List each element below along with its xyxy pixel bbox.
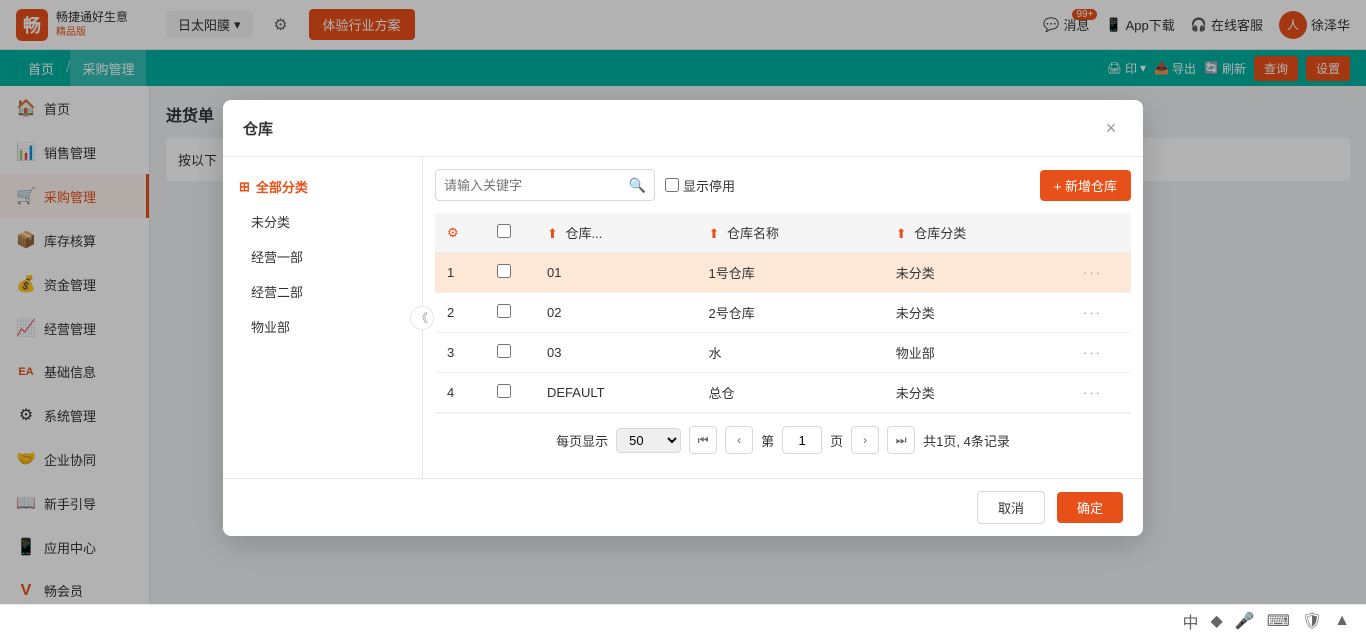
row-category: 未分类 bbox=[884, 253, 1071, 293]
page-size-select[interactable]: 50 bbox=[616, 428, 681, 453]
warehouse-dialog: 仓库 × ⊞ 全部分类 未分类 经营一部 经营二部 物业部 《 bbox=[223, 100, 1143, 536]
bottom-bar: 中 ◆ 🎤 ⌨ 🛡 ▲ bbox=[0, 604, 1366, 636]
right-panel: 🔍 显示停用 + 新增仓库 ⚙ bbox=[423, 157, 1143, 478]
last-page-button[interactable]: ⏭ bbox=[887, 426, 915, 454]
th-name: ⬆ 仓库名称 bbox=[697, 213, 884, 253]
row-checkbox[interactable] bbox=[485, 293, 535, 333]
left-panel: ⊞ 全部分类 未分类 经营一部 经营二部 物业部 《 bbox=[223, 157, 423, 478]
left-panel-unclassified[interactable]: 未分类 bbox=[223, 204, 422, 239]
row-code: 02 bbox=[535, 293, 697, 333]
row-category: 物业部 bbox=[884, 333, 1071, 373]
sort-icon: ⬆ bbox=[547, 226, 558, 241]
table-row[interactable]: 2 02 2号仓库 未分类 ··· bbox=[435, 293, 1131, 333]
grid-icon: ⊞ bbox=[239, 179, 250, 195]
row-code: DEFAULT bbox=[535, 373, 697, 413]
show-disabled-label[interactable]: 显示停用 bbox=[665, 176, 735, 195]
cancel-button[interactable]: 取消 bbox=[977, 491, 1045, 524]
dialog-footer: 取消 确定 bbox=[223, 478, 1143, 536]
sort-icon-3: ⬆ bbox=[896, 226, 907, 241]
next-page-button[interactable]: › bbox=[851, 426, 879, 454]
th-category: ⬆ 仓库分类 bbox=[884, 213, 1071, 253]
row-category: 未分类 bbox=[884, 293, 1071, 333]
confirm-button[interactable]: 确定 bbox=[1057, 492, 1123, 523]
row-actions[interactable]: ··· bbox=[1071, 253, 1131, 293]
table-row[interactable]: 1 01 1号仓库 未分类 ··· bbox=[435, 253, 1131, 293]
show-disabled-checkbox[interactable] bbox=[665, 178, 679, 192]
dialog-title: 仓库 bbox=[243, 118, 273, 139]
search-wrap: 🔍 bbox=[435, 169, 655, 201]
search-icon[interactable]: 🔍 bbox=[629, 177, 646, 194]
toolbar: 🔍 显示停用 + 新增仓库 bbox=[435, 169, 1131, 201]
left-panel-all[interactable]: ⊞ 全部分类 bbox=[223, 169, 422, 204]
search-input[interactable] bbox=[444, 178, 629, 193]
diamond-icon[interactable]: ◆ bbox=[1211, 611, 1223, 631]
row-code: 03 bbox=[535, 333, 697, 373]
prev-page-button[interactable]: ‹ bbox=[725, 426, 753, 454]
dialog-body: ⊞ 全部分类 未分类 经营一部 经营二部 物业部 《 🔍 bbox=[223, 157, 1143, 478]
select-all-checkbox[interactable] bbox=[497, 224, 511, 238]
th-checkbox bbox=[485, 213, 535, 253]
dialog-header: 仓库 × bbox=[223, 100, 1143, 157]
taskbar-icon[interactable]: ▲ bbox=[1334, 612, 1350, 630]
row-name: 1号仓库 bbox=[697, 253, 884, 293]
row-index: 3 bbox=[435, 333, 485, 373]
row-checkbox[interactable] bbox=[485, 253, 535, 293]
row-name: 水 bbox=[697, 333, 884, 373]
th-actions bbox=[1071, 213, 1131, 253]
left-panel-dept1[interactable]: 经营一部 bbox=[223, 239, 422, 274]
row-checkbox[interactable] bbox=[485, 373, 535, 413]
pagination: 每页显示 50 ⏮ ‹ 第 页 › ⏭ 共1页, 4条记录 bbox=[435, 413, 1131, 466]
row-category: 未分类 bbox=[884, 373, 1071, 413]
sort-icon-2: ⬆ bbox=[709, 226, 720, 241]
add-warehouse-button[interactable]: + 新增仓库 bbox=[1040, 170, 1131, 201]
first-page-button[interactable]: ⏮ bbox=[689, 426, 717, 454]
left-panel-dept2[interactable]: 经营二部 bbox=[223, 274, 422, 309]
settings-icon: ⚙ bbox=[447, 225, 459, 240]
row-index: 4 bbox=[435, 373, 485, 413]
th-code: ⬆ 仓库... bbox=[535, 213, 697, 253]
shield-icon[interactable]: 🛡 bbox=[1302, 611, 1322, 631]
table-header: ⚙ ⬆ 仓库... ⬆ bbox=[435, 213, 1131, 253]
row-index: 2 bbox=[435, 293, 485, 333]
left-panel-property[interactable]: 物业部 bbox=[223, 309, 422, 344]
row-name: 2号仓库 bbox=[697, 293, 884, 333]
chinese-input-icon[interactable]: 中 bbox=[1183, 609, 1199, 633]
microphone-icon[interactable]: 🎤 bbox=[1235, 611, 1255, 631]
row-actions[interactable]: ··· bbox=[1071, 293, 1131, 333]
row-checkbox[interactable] bbox=[485, 333, 535, 373]
collapse-button[interactable]: 《 bbox=[410, 306, 434, 330]
row-index: 1 bbox=[435, 253, 485, 293]
row-name: 总仓 bbox=[697, 373, 884, 413]
table-row[interactable]: 4 DEFAULT 总仓 未分类 ··· bbox=[435, 373, 1131, 413]
dialog-close-button[interactable]: × bbox=[1099, 116, 1123, 140]
modal-overlay: 仓库 × ⊞ 全部分类 未分类 经营一部 经营二部 物业部 《 bbox=[0, 0, 1366, 636]
th-settings: ⚙ bbox=[435, 213, 485, 253]
warehouse-table: ⚙ ⬆ 仓库... ⬆ bbox=[435, 213, 1131, 413]
row-actions[interactable]: ··· bbox=[1071, 373, 1131, 413]
page-input[interactable] bbox=[782, 426, 822, 454]
row-actions[interactable]: ··· bbox=[1071, 333, 1131, 373]
keyboard-icon[interactable]: ⌨ bbox=[1267, 611, 1290, 631]
table-row[interactable]: 3 03 水 物业部 ··· bbox=[435, 333, 1131, 373]
row-code: 01 bbox=[535, 253, 697, 293]
